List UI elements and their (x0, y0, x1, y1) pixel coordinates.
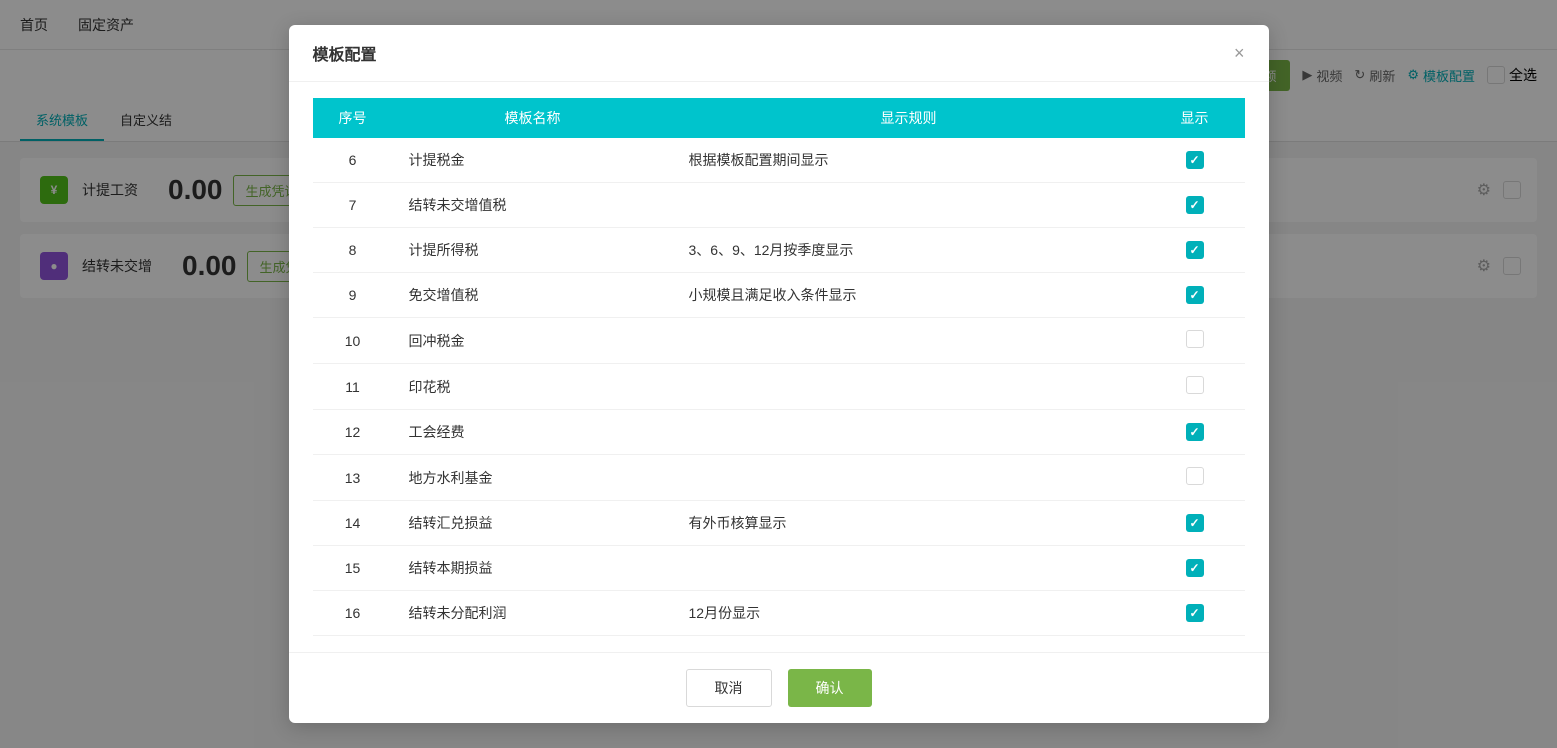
cell-checkbox (1145, 591, 1245, 636)
modal-title: 模板配置 (313, 41, 377, 65)
modal-overlay: 模板配置 × 序号 模板名称 显示规则 显示 6计提税金根据模板配置期间显示7结… (0, 0, 1557, 748)
cell-rule: 小规模且满足收入条件显示 (673, 273, 1145, 318)
cell-id: 10 (313, 318, 393, 364)
cell-rule: 根据模板配置期间显示 (673, 138, 1145, 183)
cell-checkbox (1145, 183, 1245, 228)
col-header-name: 模板名称 (393, 98, 673, 138)
table-body: 6计提税金根据模板配置期间显示7结转未交增值税8计提所得税3、6、9、12月按季… (313, 138, 1245, 636)
cell-rule (673, 546, 1145, 591)
cell-name: 结转本期损益 (393, 546, 673, 591)
cell-rule: 有外币核算显示 (673, 501, 1145, 546)
cell-rule (673, 410, 1145, 455)
checkbox-row-7[interactable] (1186, 196, 1204, 214)
cell-checkbox (1145, 318, 1245, 364)
col-header-id: 序号 (313, 98, 393, 138)
cell-checkbox (1145, 228, 1245, 273)
cell-name: 结转未分配利润 (393, 591, 673, 636)
cell-name: 结转未交增值税 (393, 183, 673, 228)
cell-name: 印花税 (393, 364, 673, 410)
table-row: 8计提所得税3、6、9、12月按季度显示 (313, 228, 1245, 273)
cell-id: 15 (313, 546, 393, 591)
checkbox-row-13[interactable] (1186, 467, 1204, 485)
modal-body: 序号 模板名称 显示规则 显示 6计提税金根据模板配置期间显示7结转未交增值税8… (289, 82, 1269, 652)
cell-id: 11 (313, 364, 393, 410)
cell-checkbox (1145, 273, 1245, 318)
table-row: 15结转本期损益 (313, 546, 1245, 591)
modal-footer: 取消 确认 (289, 652, 1269, 723)
checkbox-row-14[interactable] (1186, 514, 1204, 532)
cell-id: 8 (313, 228, 393, 273)
checkbox-row-9[interactable] (1186, 286, 1204, 304)
cell-name: 计提所得税 (393, 228, 673, 273)
cancel-button[interactable]: 取消 (686, 669, 772, 707)
checkbox-row-8[interactable] (1186, 241, 1204, 259)
cell-name: 免交增值税 (393, 273, 673, 318)
col-header-display: 显示 (1145, 98, 1245, 138)
cell-name: 计提税金 (393, 138, 673, 183)
checkbox-row-16[interactable] (1186, 604, 1204, 622)
cell-id: 14 (313, 501, 393, 546)
cell-rule (673, 183, 1145, 228)
cell-checkbox (1145, 364, 1245, 410)
table-header: 序号 模板名称 显示规则 显示 (313, 98, 1245, 138)
config-table: 序号 模板名称 显示规则 显示 6计提税金根据模板配置期间显示7结转未交增值税8… (313, 98, 1245, 636)
cell-id: 6 (313, 138, 393, 183)
table-row: 9免交增值税小规模且满足收入条件显示 (313, 273, 1245, 318)
checkbox-row-12[interactable] (1186, 423, 1204, 441)
checkbox-row-11[interactable] (1186, 376, 1204, 394)
cell-checkbox (1145, 546, 1245, 591)
table-row: 7结转未交增值税 (313, 183, 1245, 228)
cell-rule (673, 364, 1145, 410)
checkbox-row-15[interactable] (1186, 559, 1204, 577)
modal-template-config: 模板配置 × 序号 模板名称 显示规则 显示 6计提税金根据模板配置期间显示7结… (289, 25, 1269, 723)
modal-header: 模板配置 × (289, 25, 1269, 82)
cell-rule (673, 455, 1145, 501)
cell-name: 结转汇兑损益 (393, 501, 673, 546)
table-row: 10回冲税金 (313, 318, 1245, 364)
cell-name: 回冲税金 (393, 318, 673, 364)
table-row: 13地方水利基金 (313, 455, 1245, 501)
cell-checkbox (1145, 455, 1245, 501)
cell-checkbox (1145, 138, 1245, 183)
cell-checkbox (1145, 410, 1245, 455)
col-header-rule: 显示规则 (673, 98, 1145, 138)
confirm-button[interactable]: 确认 (788, 669, 872, 707)
table-row: 14结转汇兑损益有外币核算显示 (313, 501, 1245, 546)
table-row: 12工会经费 (313, 410, 1245, 455)
table-row: 11印花税 (313, 364, 1245, 410)
cell-name: 地方水利基金 (393, 455, 673, 501)
cell-checkbox (1145, 501, 1245, 546)
cell-id: 12 (313, 410, 393, 455)
cell-rule (673, 318, 1145, 364)
cell-id: 7 (313, 183, 393, 228)
modal-close-button[interactable]: × (1234, 44, 1245, 62)
cell-name: 工会经费 (393, 410, 673, 455)
cell-id: 13 (313, 455, 393, 501)
checkbox-row-10[interactable] (1186, 330, 1204, 348)
cell-rule: 12月份显示 (673, 591, 1145, 636)
cell-rule: 3、6、9、12月按季度显示 (673, 228, 1145, 273)
table-row: 6计提税金根据模板配置期间显示 (313, 138, 1245, 183)
table-row: 16结转未分配利润12月份显示 (313, 591, 1245, 636)
cell-id: 9 (313, 273, 393, 318)
cell-id: 16 (313, 591, 393, 636)
checkbox-row-6[interactable] (1186, 151, 1204, 169)
